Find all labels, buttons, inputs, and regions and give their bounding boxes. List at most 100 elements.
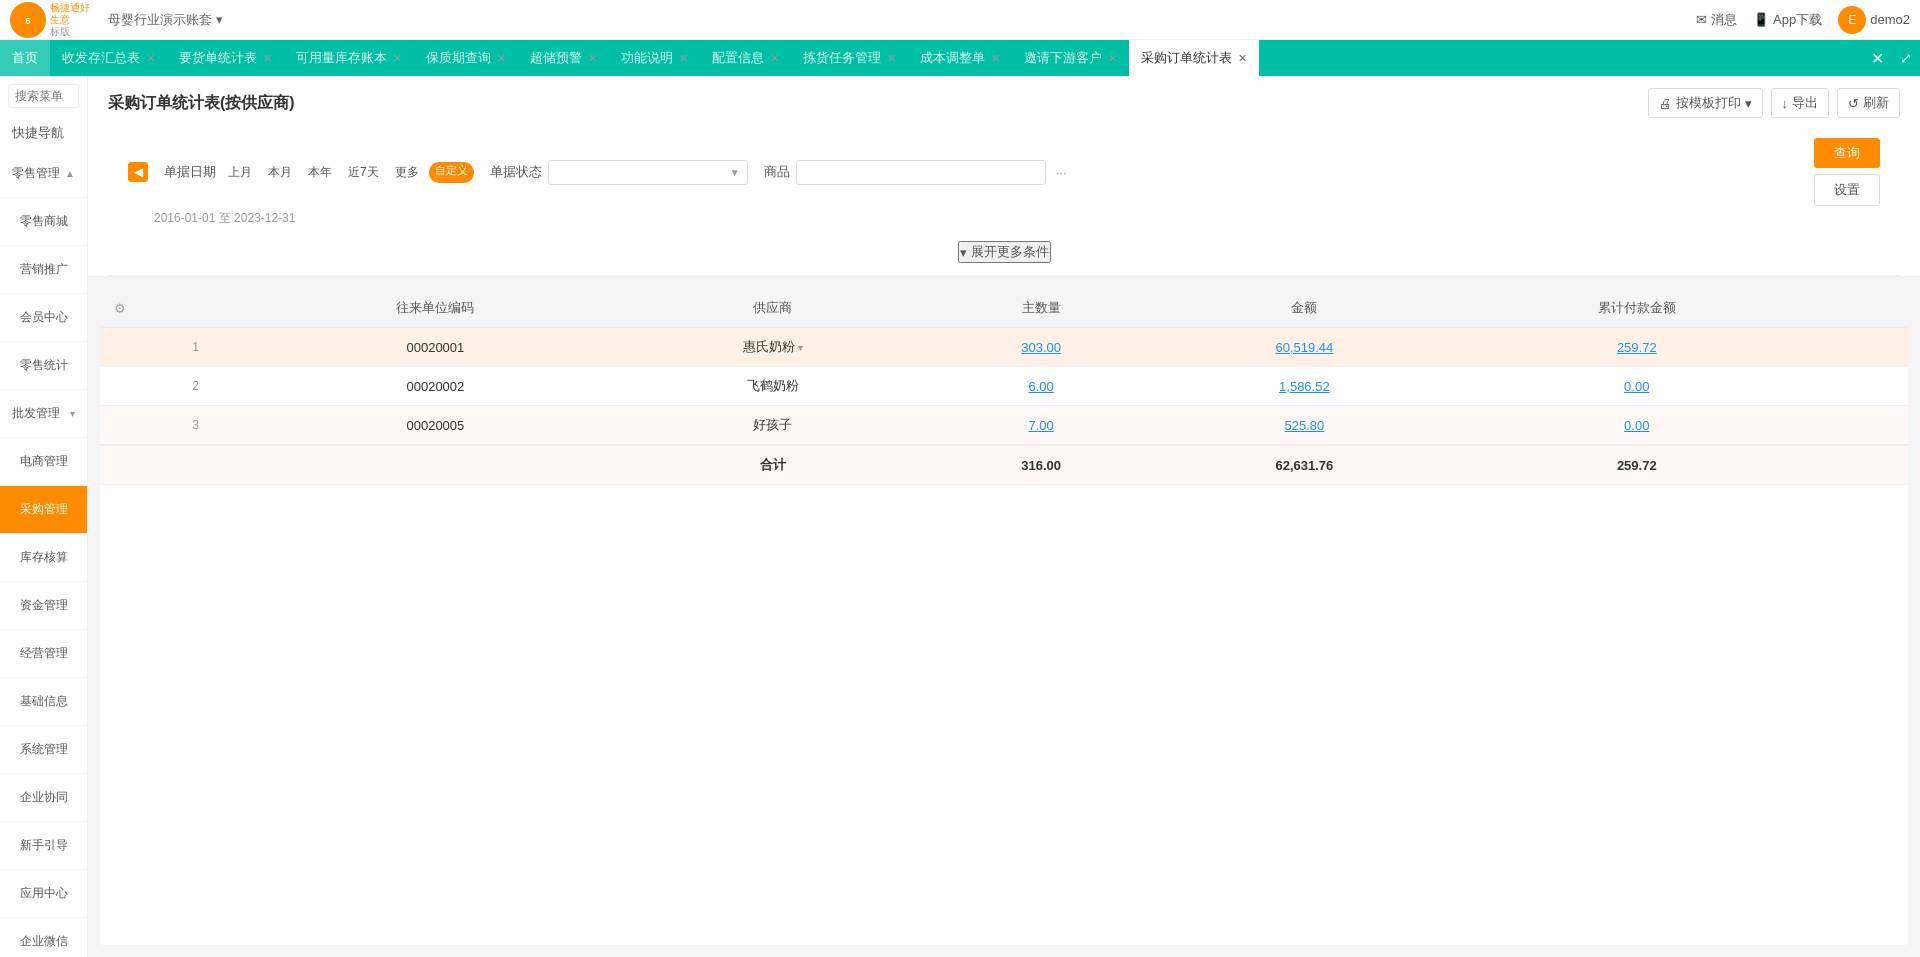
date-filter-group: 单据日期 上月 本月 本年 近7天 更多 自定义 [164, 162, 474, 183]
sidebar-item-base-info[interactable]: 基础信息 [0, 678, 87, 726]
row-paid-amount[interactable]: 0.00 [1452, 406, 1821, 446]
tab-pick-task[interactable]: 拣货任务管理 ✕ [791, 40, 908, 76]
row-amount[interactable]: 1,586.52 [1156, 367, 1452, 406]
sidebar-item-ops-mgmt[interactable]: 经营管理 [0, 630, 87, 678]
expand-icon: ▾ [70, 408, 75, 419]
export-btn[interactable]: ↓ 导出 [1771, 88, 1830, 118]
tab-close-icon[interactable]: ✕ [887, 52, 896, 65]
tab-close-icon[interactable]: ✕ [1238, 52, 1247, 65]
row-paid-amount[interactable]: 0.00 [1452, 367, 1821, 406]
row-amount[interactable]: 525.80 [1156, 406, 1452, 446]
row-dropdown-icon[interactable]: ▾ [798, 342, 803, 353]
refresh-btn[interactable]: ↺ 刷新 [1837, 88, 1900, 118]
tab-close-icon[interactable]: ✕ [1108, 52, 1117, 65]
row-index: 1 [140, 328, 251, 367]
sidebar-item-ecommerce-mgmt[interactable]: 电商管理 [0, 438, 87, 486]
more-options-icon[interactable]: ··· [1052, 161, 1071, 184]
date-btn-this-month[interactable]: 本月 [262, 162, 298, 183]
download-icon: 📱 [1753, 12, 1769, 27]
goods-search-input[interactable] [796, 160, 1046, 185]
app-download-btn[interactable]: 📱 App下载 [1753, 11, 1822, 29]
table-row: 2 00020002 飞鹤奶粉 6.00 1,586.52 0.00 [100, 367, 1908, 406]
expand-down-icon: ▾ [960, 245, 967, 260]
date-btn-last-month[interactable]: 上月 [222, 162, 258, 183]
user-avatar[interactable]: E demo2 [1838, 6, 1910, 34]
row-main-qty[interactable]: 303.00 [926, 328, 1157, 367]
tab-receive-summary[interactable]: 收发存汇总表 ✕ [50, 40, 167, 76]
date-btn-more[interactable]: 更多 [389, 162, 425, 183]
message-btn[interactable]: ✉ 消息 [1696, 11, 1737, 29]
tab-close-icon[interactable]: ✕ [146, 52, 155, 65]
tab-home[interactable]: 首页 [0, 40, 50, 76]
row-main-qty[interactable]: 6.00 [926, 367, 1157, 406]
sidebar-item-member-center[interactable]: 会员中心 [0, 294, 87, 342]
search-actions: 查询 设置 [1814, 138, 1880, 206]
tab-func-desc[interactable]: 功能说明 ✕ [609, 40, 700, 76]
sidebar-item-stock-check[interactable]: 库存核算 [0, 534, 87, 582]
nav-tabs: 首页 收发存汇总表 ✕ 要货单统计表 ✕ 可用量库存账本 ✕ 保质期查询 ✕ 超… [0, 40, 1920, 76]
status-select[interactable] [548, 160, 748, 185]
collapse-toggle-btn[interactable]: ◀ [128, 162, 148, 182]
tab-available-stock[interactable]: 可用量库存账本 ✕ [284, 40, 414, 76]
goods-filter-group: 商品 ··· [764, 160, 1071, 185]
refresh-icon: ↺ [1848, 96, 1859, 111]
nav-close-btn[interactable]: ✕ [1863, 49, 1892, 68]
tab-close-icon[interactable]: ✕ [497, 52, 506, 65]
row-index: 3 [140, 406, 251, 446]
tab-close-icon[interactable]: ✕ [393, 52, 402, 65]
sidebar-item-retail-store[interactable]: 零售商城 [0, 198, 87, 246]
tab-close-icon[interactable]: ✕ [991, 52, 1000, 65]
tab-invite-downstream[interactable]: 邀请下游客户 ✕ [1012, 40, 1129, 76]
tab-expiry-query[interactable]: 保质期查询 ✕ [414, 40, 518, 76]
row-paid-amount[interactable]: 259.72 [1452, 328, 1821, 367]
svg-text:6: 6 [25, 16, 30, 26]
date-custom-badge[interactable]: 自定义 [429, 162, 474, 183]
sidebar-item-wholesale-mgmt[interactable]: 批发管理 ▾ [0, 390, 87, 438]
col-main-qty: 主数量 [926, 289, 1157, 328]
sidebar-item-new-guide[interactable]: 新手引导 [0, 822, 87, 870]
sidebar-item-retail-stat[interactable]: 零售统计 [0, 342, 87, 390]
row-main-qty[interactable]: 7.00 [926, 406, 1157, 446]
date-btn-7days[interactable]: 近7天 [342, 162, 385, 183]
export-icon: ↓ [1782, 96, 1789, 111]
tab-purchase-stat[interactable]: 采购订单统计表 ✕ [1129, 40, 1259, 76]
sidebar-item-enterprise-collab[interactable]: 企业协同 [0, 774, 87, 822]
date-btn-this-year[interactable]: 本年 [302, 162, 338, 183]
sidebar-item-quick-nav[interactable]: 快捷导航 [0, 116, 87, 150]
table-footer-row: 合计 316.00 62,631.76 259.72 [100, 445, 1908, 485]
col-settings-icon[interactable]: ⚙ [114, 301, 126, 316]
sidebar-item-app-center[interactable]: 应用中心 [0, 870, 87, 918]
sidebar-item-sys-mgmt[interactable]: 系统管理 [0, 726, 87, 774]
nav-maximize-btn[interactable]: ⤢ [1892, 50, 1920, 66]
sidebar-item-marketing[interactable]: 营销推广 [0, 246, 87, 294]
col-amount: 金额 [1156, 289, 1452, 328]
sidebar-item-finance-mgmt[interactable]: 资金管理 [0, 582, 87, 630]
workspace-selector[interactable]: 母婴行业演示账套 ▾ [98, 11, 237, 29]
tab-close-icon[interactable]: ✕ [263, 52, 272, 65]
sidebar-item-retail-mgmt[interactable]: 零售管理 ▲ [0, 150, 87, 198]
tab-close-icon[interactable]: ✕ [770, 52, 779, 65]
row-amount[interactable]: 60,519.44 [1156, 328, 1452, 367]
expand-more-btn[interactable]: ▾ 展开更多条件 [958, 241, 1051, 263]
tab-close-icon[interactable]: ✕ [679, 52, 688, 65]
row-expand-col [100, 328, 140, 367]
tab-cost-adjust[interactable]: 成本调整单 ✕ [908, 40, 1012, 76]
sidebar-item-purchase-mgmt[interactable]: 采购管理 [0, 486, 87, 534]
row-unit-code: 00020005 [251, 406, 620, 446]
tab-close-icon[interactable]: ✕ [588, 52, 597, 65]
status-select-wrapper [548, 160, 748, 185]
search-input[interactable] [8, 84, 79, 108]
settings-btn[interactable]: 设置 [1814, 174, 1880, 206]
search-btn[interactable]: 查询 [1814, 138, 1880, 168]
sidebar-item-enterprise-wechat[interactable]: 企业微信 [0, 918, 87, 957]
row-supplier: 好孩子 [620, 406, 926, 446]
col-paid-amount: 累计付款金额 [1452, 289, 1821, 328]
template-print-btn[interactable]: 🖨 按模板打印 ▾ [1648, 88, 1763, 118]
data-table-container: ⚙ 往来单位编码 供应商 主数量 [100, 289, 1908, 945]
row-supplier: 飞鹤奶粉 [620, 367, 926, 406]
page-actions: 🖨 按模板打印 ▾ ↓ 导出 ↺ 刷新 [1648, 88, 1901, 118]
tab-overstock-warning[interactable]: 超储预警 ✕ [518, 40, 609, 76]
tab-config-info[interactable]: 配置信息 ✕ [700, 40, 791, 76]
row-supplier: 惠氏奶粉 ▾ [620, 328, 926, 367]
tab-goods-stat[interactable]: 要货单统计表 ✕ [167, 40, 284, 76]
